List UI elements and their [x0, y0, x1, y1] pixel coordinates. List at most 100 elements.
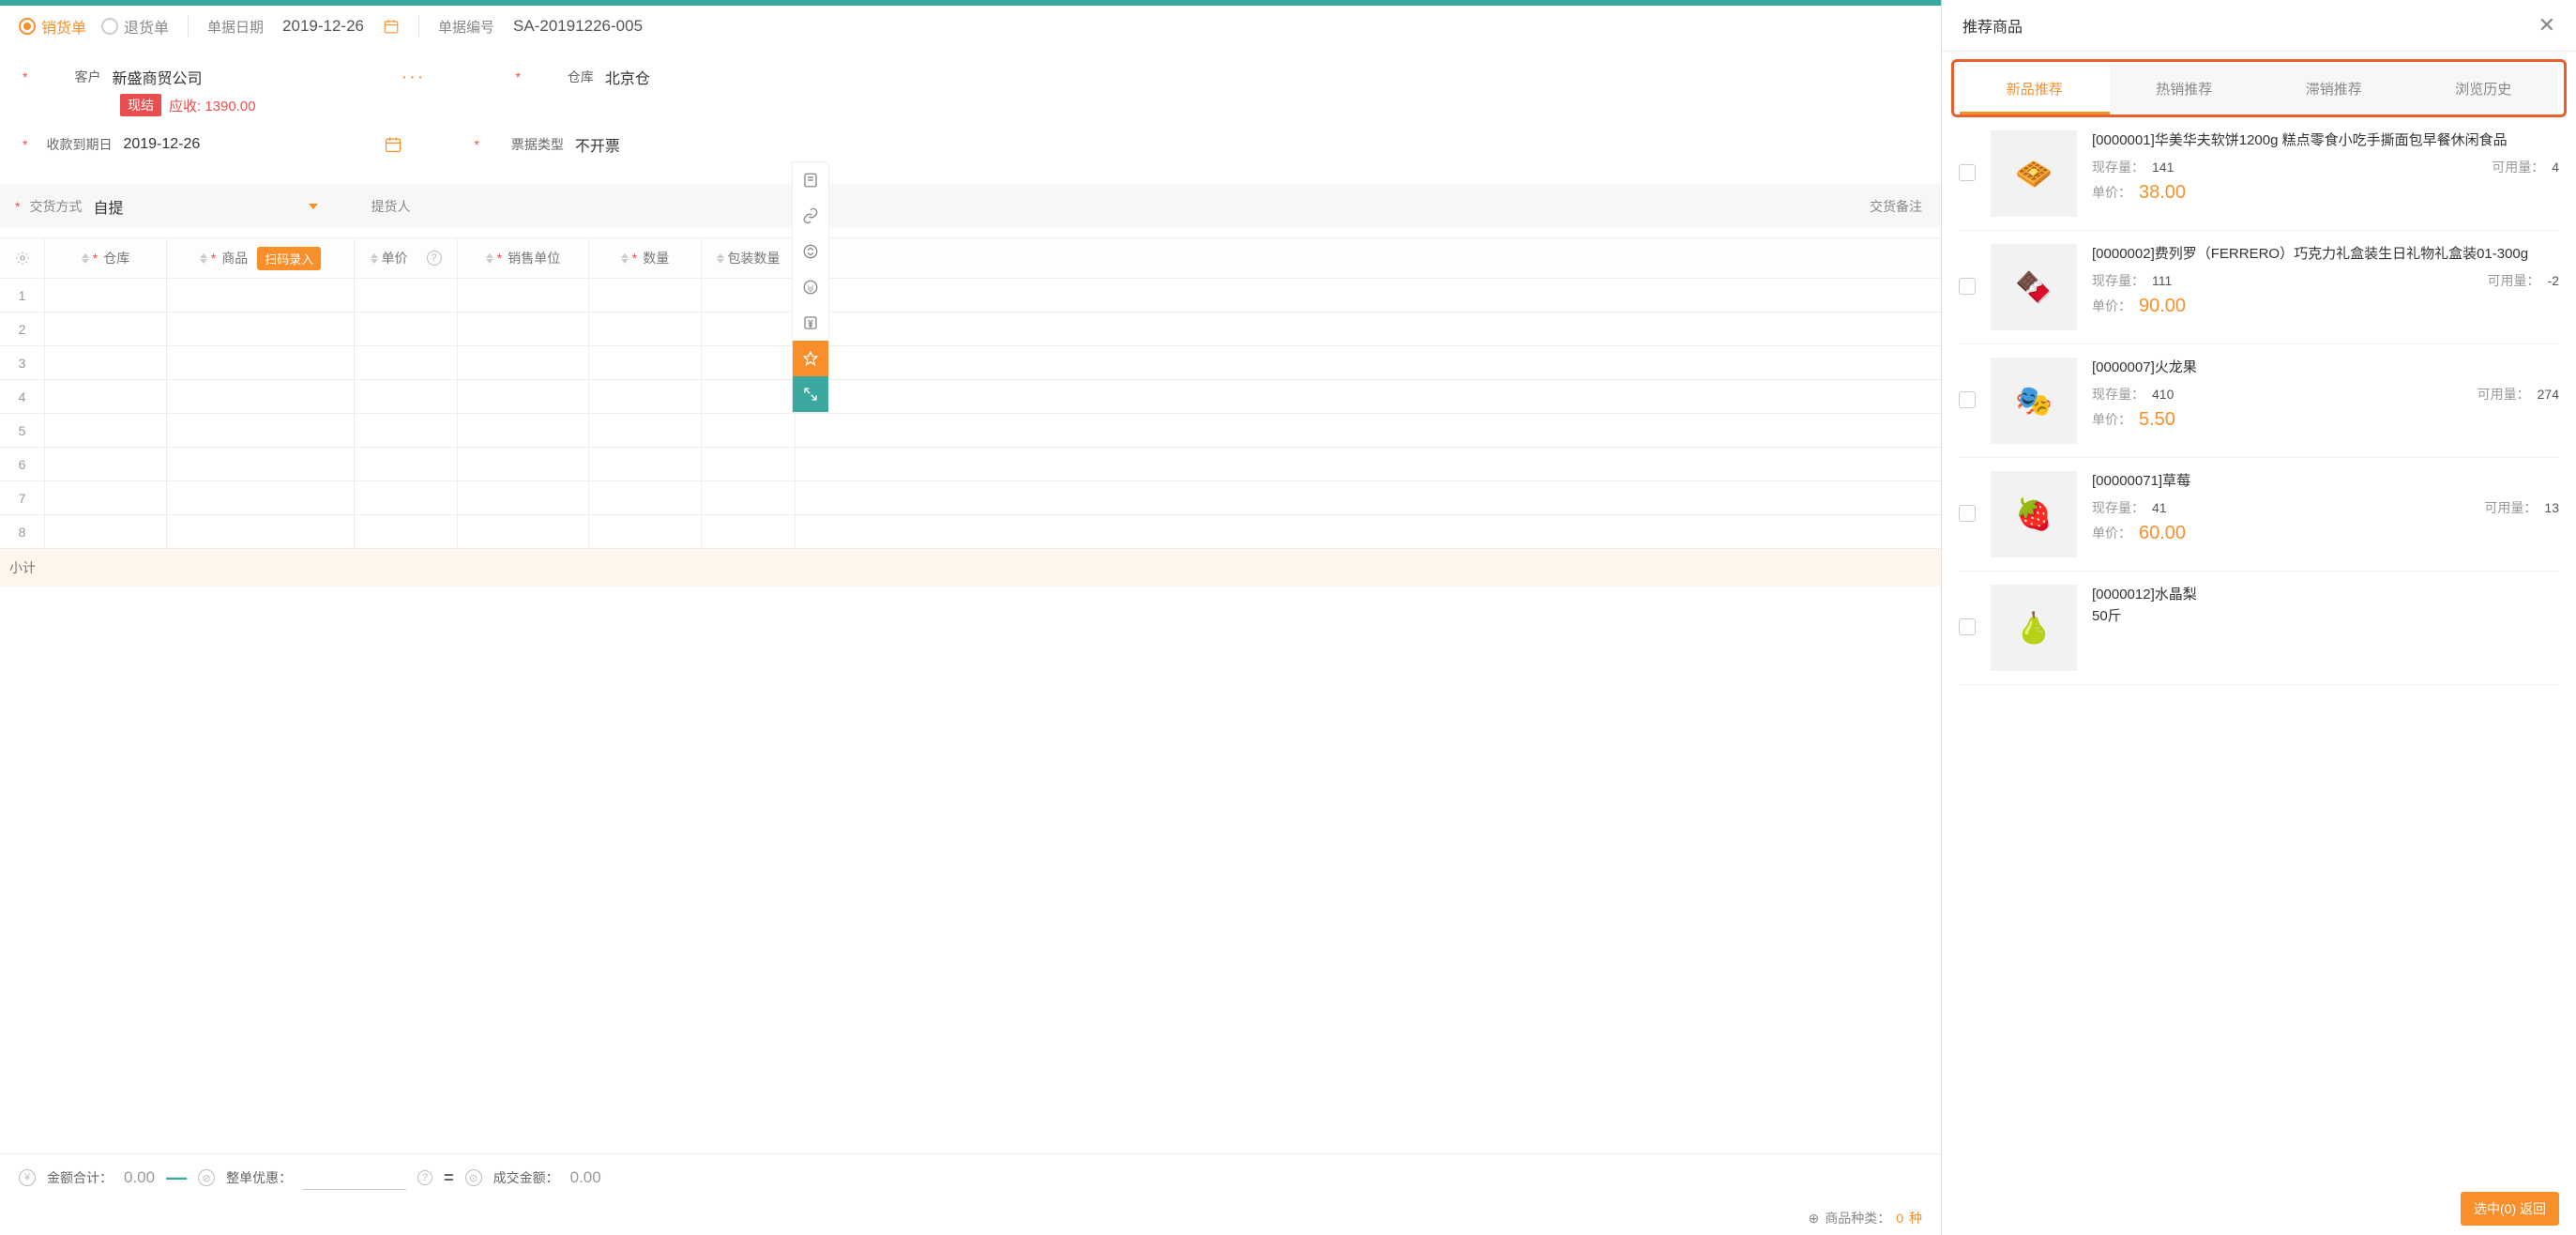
table-row[interactable]: 6 [0, 448, 1941, 481]
product-item[interactable]: 🍐 [0000012]水晶梨50斤 [1959, 572, 2559, 685]
side-toolbar [792, 161, 829, 413]
tool-swap-icon[interactable] [793, 234, 828, 269]
equals-icon: = [444, 1168, 454, 1188]
row-number[interactable]: 2 [0, 313, 45, 345]
table-row[interactable]: 5 [0, 414, 1941, 448]
invoice-type-input[interactable] [575, 132, 856, 158]
select-return-button[interactable]: 选中(0) 返回 [2461, 1192, 2559, 1226]
tool-currency-icon[interactable] [793, 305, 828, 341]
return-order-label: 退货单 [124, 15, 169, 38]
delivery-method-label: 交货方式 [29, 197, 82, 216]
th-product[interactable]: *商品扫码录入 [167, 238, 355, 278]
product-checkbox[interactable] [1959, 505, 1976, 522]
row-number[interactable]: 8 [0, 515, 45, 548]
table-row[interactable]: 1 [0, 279, 1941, 313]
customer-input[interactable] [112, 65, 393, 90]
sale-order-label: 销货单 [41, 15, 86, 38]
kinds-value: 0 [1896, 1211, 1903, 1226]
customer-picker-icon[interactable]: ··· [401, 67, 425, 88]
tabs-highlight-box: 新品推荐热销推荐滞销推荐浏览历史 [1951, 59, 2567, 117]
delivery-note-label: 交货备注 [1870, 197, 1922, 216]
product-item[interactable]: 🧇[0000001]华美华夫软饼1200g 糕点零食小吃手撕面包早餐休闲食品现存… [1959, 117, 2559, 231]
table-row[interactable]: 2 [0, 313, 1941, 346]
return-order-radio[interactable]: 退货单 [101, 15, 169, 38]
product-checkbox[interactable] [1959, 278, 1976, 295]
avail-value: 13 [2544, 500, 2559, 515]
recommend-tab-1[interactable]: 热销推荐 [2110, 66, 2260, 114]
gear-icon [15, 251, 30, 266]
th-qty[interactable]: *数量 [589, 238, 702, 278]
doc-date-value[interactable]: 2019-12-26 [282, 17, 364, 36]
row-number[interactable]: 5 [0, 414, 45, 447]
recommend-tab-2[interactable]: 滞销推荐 [2259, 66, 2409, 114]
discount-label: 整单优惠： [226, 1168, 292, 1187]
doc-no-value: SA-20191226-005 [513, 17, 643, 36]
discount-input[interactable] [303, 1166, 406, 1190]
product-item[interactable]: 🍫[0000002]费列罗（FERRERO）巧克力礼盒装生日礼物礼盒装01-30… [1959, 231, 2559, 344]
delivery-method-select[interactable]: 自提 [93, 195, 318, 218]
tool-star-icon[interactable] [793, 341, 828, 376]
recommend-tab-3[interactable]: 浏览历史 [2409, 66, 2559, 114]
recommend-tab-0[interactable]: 新品推荐 [1960, 66, 2110, 114]
price-value: 38.00 [2139, 182, 2186, 204]
calendar-icon[interactable] [383, 18, 400, 35]
sale-order-radio[interactable]: 销货单 [19, 15, 86, 38]
sum-value: 0.00 [124, 1168, 155, 1187]
discount-icon: ⊘ [198, 1169, 215, 1186]
row-number[interactable]: 7 [0, 481, 45, 514]
stock-value: 111 [2152, 273, 2172, 288]
product-name: [0000001]华美华夫软饼1200g 糕点零食小吃手撕面包早餐休闲食品 [2092, 130, 2559, 152]
help-icon[interactable]: ? [427, 251, 442, 266]
calendar-icon[interactable] [384, 135, 402, 154]
product-item[interactable]: 🍓[00000071]草莓现存量：41可用量：13单价：60.00 [1959, 458, 2559, 572]
table-row[interactable]: 7 [0, 481, 1941, 515]
due-date-input[interactable] [123, 132, 404, 158]
th-unit[interactable]: *销售单位 [458, 238, 589, 278]
receivable-value: 1390.00 [205, 99, 255, 114]
panel-title: 推荐商品 [1962, 14, 2023, 37]
deal-icon: ⊙ [465, 1169, 482, 1186]
tool-expand-icon[interactable] [793, 376, 828, 412]
pickup-person-input[interactable] [421, 193, 609, 219]
product-checkbox[interactable] [1959, 391, 1976, 408]
minus-icon: — [166, 1166, 187, 1190]
row-number[interactable]: 4 [0, 380, 45, 413]
price-value: 60.00 [2139, 523, 2186, 544]
th-warehouse[interactable]: *仓库 [45, 238, 167, 278]
avail-value: -2 [2548, 273, 2559, 288]
product-checkbox[interactable] [1959, 618, 1976, 635]
table-settings-button[interactable] [0, 238, 45, 278]
scan-button[interactable]: 扫码录入 [257, 247, 321, 270]
sum-label: 金额合计： [47, 1168, 113, 1187]
product-image: 🍓 [1991, 471, 2077, 557]
row-number[interactable]: 6 [0, 448, 45, 480]
price-value: 5.50 [2139, 409, 2175, 431]
product-checkbox[interactable] [1959, 164, 1976, 181]
close-icon[interactable]: ✕ [2538, 13, 2555, 38]
table-row[interactable]: 4 [0, 380, 1941, 414]
help-icon[interactable]: ? [417, 1170, 432, 1185]
chevron-down-icon [309, 204, 318, 209]
table-row[interactable]: 8 [0, 515, 1941, 549]
th-price[interactable]: 单价? [355, 238, 458, 278]
warehouse-input[interactable] [605, 65, 886, 90]
row-number[interactable]: 3 [0, 346, 45, 379]
table-row[interactable]: 3 [0, 346, 1941, 380]
doc-no-label: 单据编号 [438, 17, 494, 37]
doc-date-label: 单据日期 [207, 17, 264, 37]
product-image: 🎭 [1991, 358, 2077, 444]
product-name: [0000012]水晶梨50斤 [2092, 585, 2559, 627]
product-image: 🍐 [1991, 585, 2077, 671]
deal-label: 成交金额： [493, 1168, 559, 1187]
tool-down-icon[interactable] [793, 269, 828, 305]
stock-value: 41 [2152, 500, 2167, 515]
tool-note-icon[interactable] [793, 162, 828, 198]
due-date-label: 收款到期日 [37, 135, 115, 154]
avail-value: 274 [2538, 387, 2559, 402]
order-type-radio[interactable]: 销货单 退货单 [19, 15, 169, 38]
product-item[interactable]: 🎭[0000007]火龙果现存量：410可用量：274单价：5.50 [1959, 344, 2559, 458]
tool-link-icon[interactable] [793, 198, 828, 234]
th-pack[interactable]: 包装数量 [702, 238, 796, 278]
row-number[interactable]: 1 [0, 279, 45, 312]
yen-icon: ¥ [19, 1169, 36, 1186]
